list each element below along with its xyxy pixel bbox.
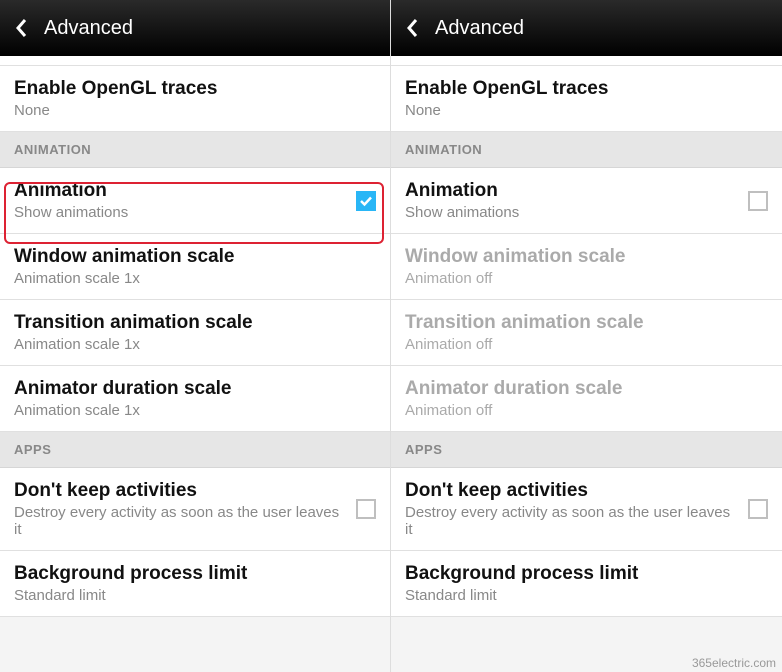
right-pane: Advanced Enable OpenGL traces None ANIMA… — [391, 0, 782, 672]
item-subtitle: Standard limit — [14, 587, 376, 604]
left-pane: Advanced Enable OpenGL traces None ANIMA… — [0, 0, 391, 672]
item-title: Window animation scale — [14, 246, 376, 268]
right-list[interactable]: Enable OpenGL traces None ANIMATION Anim… — [391, 56, 782, 672]
item-dont-keep-activities[interactable]: Don't keep activities Destroy every acti… — [0, 468, 390, 551]
checkbox-animation[interactable] — [748, 191, 768, 211]
section-apps: APPS — [391, 432, 782, 468]
item-background-process-limit[interactable]: Background process limit Standard limit — [0, 551, 390, 617]
item-subtitle: Destroy every activity as soon as the us… — [14, 504, 346, 538]
watermark-text: 365electric.com — [692, 656, 776, 670]
item-title: Transition animation scale — [405, 312, 768, 334]
item-subtitle: None — [405, 102, 768, 119]
item-subtitle: Show animations — [405, 204, 738, 221]
header-title: Advanced — [44, 17, 133, 40]
item-title: Background process limit — [14, 563, 376, 585]
item-title: Animation — [14, 180, 346, 202]
item-transition-animation-scale[interactable]: Transition animation scale Animation sca… — [0, 300, 390, 366]
item-title: Animator duration scale — [405, 378, 768, 400]
item-animator-duration-scale[interactable]: Animator duration scale Animation scale … — [0, 366, 390, 432]
item-animation[interactable]: Animation Show animations — [0, 168, 390, 234]
screenshot-root: Advanced Enable OpenGL traces None ANIMA… — [0, 0, 782, 672]
section-animation: ANIMATION — [391, 132, 782, 168]
item-title: Don't keep activities — [405, 480, 738, 502]
item-animation[interactable]: Animation Show animations — [391, 168, 782, 234]
item-title: Animation — [405, 180, 738, 202]
header-bar: Advanced — [391, 0, 782, 56]
item-title: Enable OpenGL traces — [14, 78, 376, 100]
item-subtitle: Destroy every activity as soon as the us… — [405, 504, 738, 538]
left-list[interactable]: Enable OpenGL traces None ANIMATION Anim… — [0, 56, 390, 672]
item-transition-animation-scale: Transition animation scale Animation off — [391, 300, 782, 366]
item-enable-opengl-traces[interactable]: Enable OpenGL traces None — [0, 66, 390, 132]
partial-row — [391, 56, 782, 66]
item-window-animation-scale[interactable]: Window animation scale Animation scale 1… — [0, 234, 390, 300]
header-title: Advanced — [435, 17, 524, 40]
panes-container: Advanced Enable OpenGL traces None ANIMA… — [0, 0, 782, 672]
back-icon[interactable] — [405, 16, 421, 40]
item-title: Enable OpenGL traces — [405, 78, 768, 100]
item-dont-keep-activities[interactable]: Don't keep activities Destroy every acti… — [391, 468, 782, 551]
item-background-process-limit[interactable]: Background process limit Standard limit — [391, 551, 782, 617]
back-icon[interactable] — [14, 16, 30, 40]
section-apps: APPS — [0, 432, 390, 468]
item-subtitle: Show animations — [14, 204, 346, 221]
item-title: Background process limit — [405, 563, 768, 585]
checkbox-dont-keep-activities[interactable] — [748, 499, 768, 519]
item-subtitle: Animation scale 1x — [14, 402, 376, 419]
item-subtitle: Animation scale 1x — [14, 336, 376, 353]
item-subtitle: Animation scale 1x — [14, 270, 376, 287]
item-animator-duration-scale: Animator duration scale Animation off — [391, 366, 782, 432]
item-subtitle: Animation off — [405, 336, 768, 353]
checkbox-animation[interactable] — [356, 191, 376, 211]
item-subtitle: Animation off — [405, 402, 768, 419]
section-animation: ANIMATION — [0, 132, 390, 168]
item-window-animation-scale: Window animation scale Animation off — [391, 234, 782, 300]
checkbox-dont-keep-activities[interactable] — [356, 499, 376, 519]
item-subtitle: Standard limit — [405, 587, 768, 604]
header-bar: Advanced — [0, 0, 390, 56]
item-title: Window animation scale — [405, 246, 768, 268]
item-title: Transition animation scale — [14, 312, 376, 334]
item-enable-opengl-traces[interactable]: Enable OpenGL traces None — [391, 66, 782, 132]
item-subtitle: None — [14, 102, 376, 119]
partial-row — [0, 56, 390, 66]
item-subtitle: Animation off — [405, 270, 768, 287]
item-title: Don't keep activities — [14, 480, 346, 502]
item-title: Animator duration scale — [14, 378, 376, 400]
